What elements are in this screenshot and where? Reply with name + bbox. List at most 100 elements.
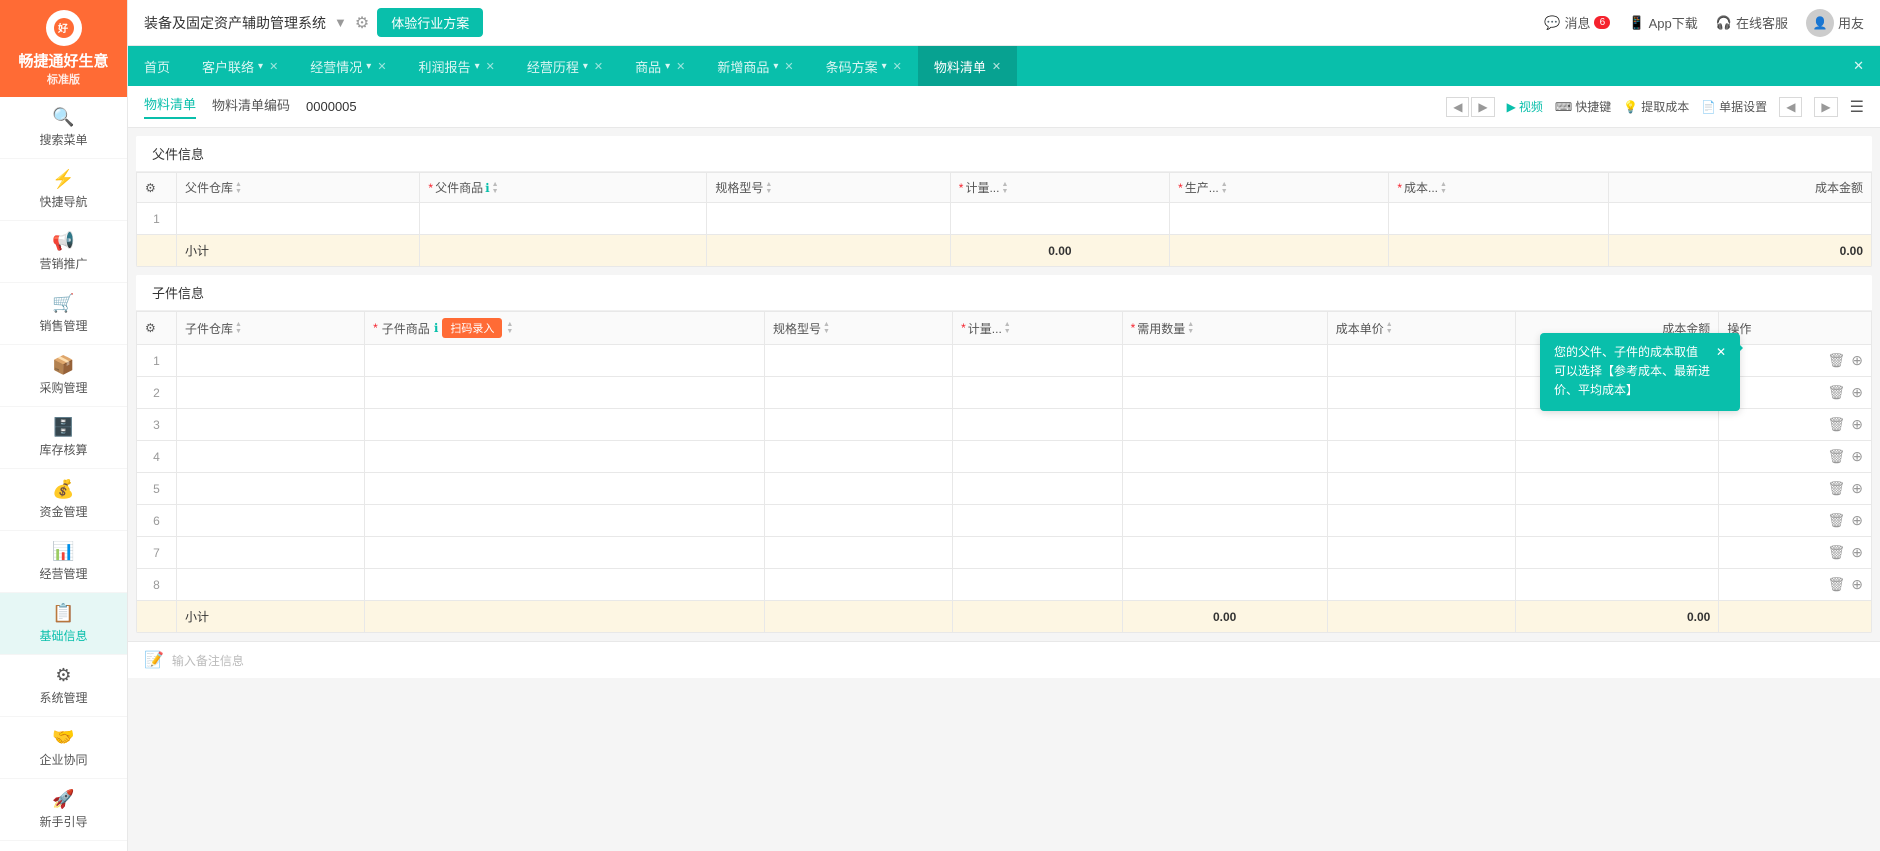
tab-operation[interactable]: 经营情况 ▾ ✕: [294, 46, 402, 86]
tab-close-all[interactable]: ✕: [1837, 46, 1880, 86]
scan-button[interactable]: 扫码录入: [442, 318, 502, 338]
tab-bom[interactable]: 物料清单 ✕: [918, 46, 1017, 86]
child-row-1-unit-cost[interactable]: [1327, 345, 1515, 377]
dropdown-arrow-icon[interactable]: ▼: [334, 15, 347, 30]
nav-next-btn[interactable]: ▶: [1471, 97, 1494, 117]
child-row-6-unit-cost[interactable]: [1327, 505, 1515, 537]
tab-customer-close[interactable]: ✕: [269, 60, 278, 73]
child-row-2-unit-cost[interactable]: [1327, 377, 1515, 409]
copy-icon-7[interactable]: ⊕: [1851, 544, 1863, 561]
child-row-8-qty[interactable]: [1122, 569, 1327, 601]
child-row-5-qty[interactable]: [1122, 473, 1327, 505]
child-row-8-product[interactable]: [365, 569, 765, 601]
trial-button[interactable]: 体验行业方案: [377, 8, 483, 37]
child-row-8-unit-cost[interactable]: [1327, 569, 1515, 601]
tab-barcode-close[interactable]: ✕: [893, 60, 902, 73]
child-row-3-spec[interactable]: [764, 409, 952, 441]
tab-history[interactable]: 经营历程 ▾ ✕: [511, 46, 619, 86]
child-row-6-warehouse[interactable]: [177, 505, 365, 537]
child-row-8-warehouse[interactable]: [177, 569, 365, 601]
extract-cost-action[interactable]: 💡 提取成本: [1623, 98, 1689, 115]
child-row-7-unit-cost[interactable]: [1327, 537, 1515, 569]
tab-goods-close[interactable]: ✕: [676, 60, 685, 73]
delete-icon-7[interactable]: 🗑: [1827, 544, 1845, 561]
tooltip-close-btn[interactable]: ✕: [1716, 343, 1726, 362]
settings-icon[interactable]: ⚙: [355, 13, 369, 33]
copy-icon-3[interactable]: ⊕: [1851, 416, 1863, 433]
tab-operation-close[interactable]: ✕: [377, 60, 386, 73]
tab-new-goods[interactable]: 新增商品 ▾ ✕: [701, 46, 809, 86]
child-row-1-warehouse[interactable]: [177, 345, 365, 377]
child-row-2-qty[interactable]: [1122, 377, 1327, 409]
child-row-4-qty[interactable]: [1122, 441, 1327, 473]
child-row-4-product[interactable]: [365, 441, 765, 473]
sidebar-item-sales[interactable]: 🛒 销售管理: [0, 283, 127, 345]
sidebar-item-inventory[interactable]: 🗄️ 库存核算: [0, 407, 127, 469]
tab-profit-close[interactable]: ✕: [486, 60, 495, 73]
sidebar-item-finance[interactable]: 💰 资金管理: [0, 469, 127, 531]
user-item[interactable]: 👤 用友: [1806, 9, 1864, 37]
child-row-1-qty[interactable]: [1122, 345, 1327, 377]
tab-barcode[interactable]: 条码方案 ▾ ✕: [810, 46, 918, 86]
tab-new-goods-close[interactable]: ✕: [784, 60, 793, 73]
child-row-1-unit[interactable]: [953, 345, 1122, 377]
copy-icon-1[interactable]: ⊕: [1851, 352, 1863, 369]
tab-home[interactable]: 首页: [128, 46, 186, 86]
child-row-6-product[interactable]: [365, 505, 765, 537]
child-col-gear[interactable]: ⚙: [137, 312, 177, 345]
parent-row-1-warehouse[interactable]: [177, 203, 420, 235]
copy-icon-6[interactable]: ⊕: [1851, 512, 1863, 529]
child-row-7-warehouse[interactable]: [177, 537, 365, 569]
parent-row-1-production[interactable]: [1170, 203, 1389, 235]
child-row-3-unit-cost[interactable]: [1327, 409, 1515, 441]
sidebar-item-guide[interactable]: 🚀 新手引导: [0, 779, 127, 841]
copy-icon-2[interactable]: ⊕: [1851, 384, 1863, 401]
child-row-7-qty[interactable]: [1122, 537, 1327, 569]
page-nav-right[interactable]: ▶: [1814, 97, 1837, 117]
child-row-3-unit[interactable]: [953, 409, 1122, 441]
online-service-item[interactable]: 🎧 在线客服: [1716, 13, 1788, 32]
tab-bom-close[interactable]: ✕: [992, 60, 1001, 73]
sidebar-item-nav[interactable]: ⚡ 快捷导航: [0, 159, 127, 221]
sidebar-item-basic[interactable]: 📋 基础信息: [0, 593, 127, 655]
bottom-hint[interactable]: 输入备注信息: [172, 652, 244, 669]
sidebar-item-marketing[interactable]: 📢 营销推广: [0, 221, 127, 283]
parent-row-1-product[interactable]: [420, 203, 707, 235]
child-row-6-qty[interactable]: [1122, 505, 1327, 537]
page-nav-left[interactable]: ◀: [1779, 97, 1802, 117]
child-row-5-warehouse[interactable]: [177, 473, 365, 505]
sidebar-item-system[interactable]: ⚙ 系统管理: [0, 655, 127, 717]
child-row-7-spec[interactable]: [764, 537, 952, 569]
parent-row-1-spec[interactable]: [707, 203, 950, 235]
shortcut-action[interactable]: ⌨ 快捷键: [1555, 98, 1611, 115]
child-row-2-spec[interactable]: [764, 377, 952, 409]
sidebar-item-purchase[interactable]: 📦 采购管理: [0, 345, 127, 407]
child-row-3-warehouse[interactable]: [177, 409, 365, 441]
sidebar-item-search[interactable]: 🔍 搜索菜单: [0, 97, 127, 159]
parent-row-1-unit[interactable]: [950, 203, 1169, 235]
delete-icon-8[interactable]: 🗑: [1827, 576, 1845, 593]
sidebar-item-operation[interactable]: 📊 经营管理: [0, 531, 127, 593]
delete-icon-4[interactable]: 🗑: [1827, 448, 1845, 465]
nav-prev-btn[interactable]: ◀: [1446, 97, 1469, 117]
child-row-5-spec[interactable]: [764, 473, 952, 505]
delete-icon-6[interactable]: 🗑: [1827, 512, 1845, 529]
sidebar-item-enterprise[interactable]: 🤝 企业协同: [0, 717, 127, 779]
copy-icon-4[interactable]: ⊕: [1851, 448, 1863, 465]
tab-goods[interactable]: 商品 ▾ ✕: [619, 46, 701, 86]
single-settings-action[interactable]: 📄 单据设置: [1701, 98, 1767, 115]
child-row-5-unit-cost[interactable]: [1327, 473, 1515, 505]
child-row-2-product[interactable]: [365, 377, 765, 409]
list-view-icon[interactable]: ☰: [1850, 97, 1864, 117]
delete-icon-2[interactable]: 🗑: [1827, 384, 1845, 401]
view-action[interactable]: ▶ 视频: [1507, 98, 1543, 115]
app-download-item[interactable]: 📱 App下载: [1628, 13, 1697, 32]
copy-icon-5[interactable]: ⊕: [1851, 480, 1863, 497]
child-row-5-product[interactable]: [365, 473, 765, 505]
delete-icon-5[interactable]: 🗑: [1827, 480, 1845, 497]
child-row-2-warehouse[interactable]: [177, 377, 365, 409]
child-row-8-spec[interactable]: [764, 569, 952, 601]
delete-icon-1[interactable]: 🗑: [1827, 352, 1845, 369]
tab-customer[interactable]: 客户联络 ▾ ✕: [186, 46, 294, 86]
child-row-3-qty[interactable]: [1122, 409, 1327, 441]
